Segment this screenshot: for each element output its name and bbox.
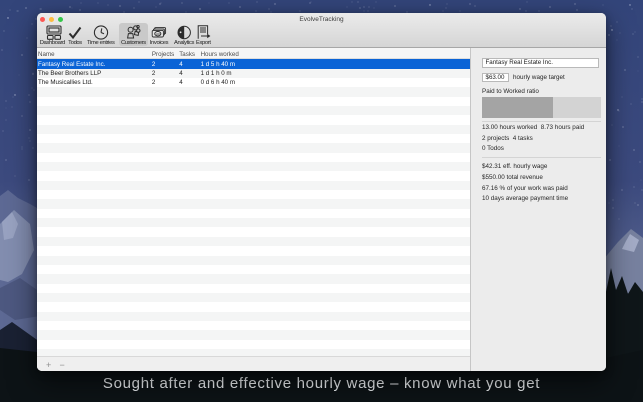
svg-text:100: 100 [155, 32, 160, 36]
